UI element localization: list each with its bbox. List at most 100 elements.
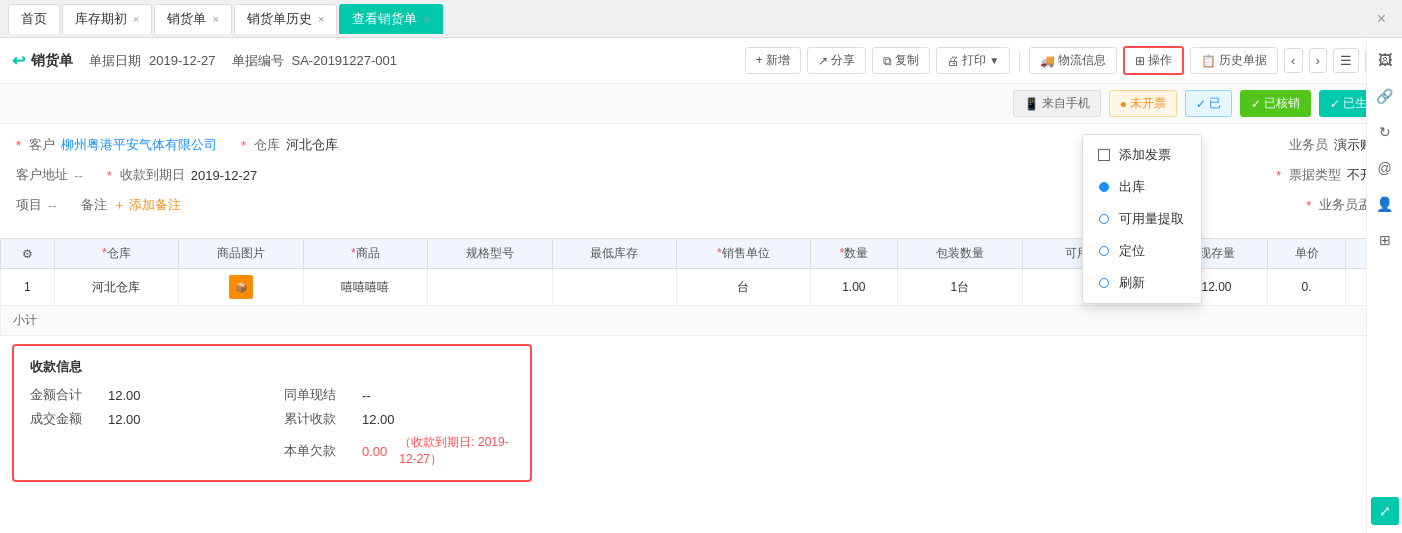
col-qty: *数量 [810,239,897,269]
locate-icon [1097,244,1111,258]
col-image: 商品图片 [179,239,304,269]
tab-sales-order-label: 销货单 [167,10,206,28]
print-button[interactable]: 🖨 打印 ▼ [936,47,1010,74]
doc-header: ↩ 销货单 单据日期 2019-12-27 单据编号 SA-20191227-0… [0,38,1402,84]
add-note-button[interactable]: ＋ 添加备注 [113,196,181,214]
cell-pkg-qty: 1台 [898,269,1023,306]
doc-number-label: 单据编号 SA-20191227-001 [232,52,398,70]
col-product: *商品 [303,239,428,269]
staff2-required-star: * [1306,198,1311,213]
subtotal-label: 小计 [1,306,1402,336]
right-sidebar: 🖼 🔗 ↻ @ 👤 ⊞ ⤢ [1366,38,1402,533]
check-button[interactable]: ✓ 已 [1185,90,1232,117]
summary-grid: 金额合计 12.00 同单现结 -- 成交金额 12.00 累计收款 12.00… [30,386,514,468]
available-qty-icon [1097,212,1111,226]
current-due-row: 本单欠款 0.00 （收款到期日: 2019-12-27） [284,434,514,468]
cell-seq: 1 [1,269,55,306]
ticket-required-star: * [1276,168,1281,183]
copy-button[interactable]: ⧉ 复制 [872,47,930,74]
cell-qty: 1.00 [810,269,897,306]
divider [1019,51,1020,71]
due-note: （收款到期日: 2019-12-27） [399,434,514,468]
logistics-icon: 🚚 [1040,54,1055,68]
subtotal-row: 小计 [1,306,1402,336]
from-phone-button[interactable]: 📱 来自手机 [1013,90,1101,117]
sidebar-rotate-icon[interactable]: ↻ [1371,118,1399,146]
due-date-field: * 收款到期日 2019-12-27 [107,166,258,184]
col-warehouse: *仓库 [54,239,179,269]
project-field: 项目 -- [16,196,57,214]
tab-sales-order[interactable]: 销货单 × [154,4,231,34]
toolbar-row: 📱 来自手机 ● 未开票 ✓ 已 ✓ 已核销 ✓ 已生效 [0,84,1402,124]
summary-title: 收款信息 [30,358,514,376]
grid-view-button[interactable]: ☰ [1333,48,1359,73]
note-field: 备注 ＋ 添加备注 [81,196,181,214]
doc-title-area: ↩ 销货单 [12,51,73,70]
doc-icon: ↩ [12,51,25,70]
tab-view-sales[interactable]: 查看销货单 × [339,4,442,34]
sidebar-img-icon[interactable]: 🖼 [1371,46,1399,74]
sold-out-icon: ✓ [1251,97,1261,111]
tab-home[interactable]: 首页 [8,4,60,34]
print-dropdown-icon: ▼ [989,55,999,66]
dropdown-add-invoice[interactable]: 添加发票 [1083,139,1201,171]
sidebar-table-icon[interactable]: ⊞ [1371,226,1399,254]
col-spec: 规格型号 [428,239,553,269]
prev-button[interactable]: ‹ [1284,48,1302,73]
share-icon: ↗ [818,54,828,68]
doc-date-label: 单据日期 2019-12-27 [89,52,216,70]
history-button[interactable]: 📋 历史单据 [1190,47,1278,74]
deal-amount-row: 成交金额 12.00 [30,410,260,428]
tab-sales-history[interactable]: 销货单历史 × [234,4,337,34]
next-button[interactable]: › [1309,48,1327,73]
cell-image: 📦 [179,269,304,306]
customer-required-star: * [16,138,21,153]
check-icon: ✓ [1196,97,1206,111]
sidebar-expand-icon[interactable]: ⤢ [1371,497,1399,525]
doc-meta: 单据日期 2019-12-27 单据编号 SA-20191227-001 [89,52,397,70]
operation-icon: ⊞ [1135,54,1145,68]
window-close-button[interactable]: × [1369,10,1394,28]
customer-field: * 客户 柳州粤港平安气体有限公司 [16,136,217,154]
copy-icon: ⧉ [883,54,892,68]
tab-sales-order-close[interactable]: × [212,13,218,25]
sold-out-button[interactable]: ✓ 已核销 [1240,90,1311,117]
cell-product: 嘻嘻嘻嘻 [303,269,428,306]
dropdown-menu: 添加发票 出库 可用量提取 定位 刷新 [1082,134,1202,304]
add-note-icon: ＋ [113,196,126,214]
tab-sales-history-close[interactable]: × [318,13,324,25]
operation-button[interactable]: ⊞ 操作 [1125,48,1182,73]
total-collected-row: 累计收款 12.00 [284,410,514,428]
col-min-stock: 最低库存 [552,239,677,269]
product-image: 📦 [229,275,253,299]
tab-view-sales-close[interactable]: × [423,13,429,25]
not-open-button[interactable]: ● 未开票 [1109,90,1177,117]
cell-spec [428,269,553,306]
dropdown-refresh[interactable]: 刷新 [1083,267,1201,299]
cell-price: 0. [1267,269,1346,306]
history-icon: 📋 [1201,54,1216,68]
cell-min-stock [552,269,677,306]
operation-highlight-box: ⊞ 操作 [1123,46,1184,75]
phone-icon: 📱 [1024,97,1039,111]
tab-view-sales-label: 查看销货单 [352,10,417,28]
add-invoice-icon [1097,148,1111,162]
warehouse-required-star: * [241,138,246,153]
tab-home-label: 首页 [21,10,47,28]
col-settings[interactable]: ⚙ [1,239,55,269]
dropdown-out-warehouse[interactable]: 出库 [1083,171,1201,203]
sidebar-at-icon[interactable]: @ [1371,154,1399,182]
share-button[interactable]: ↗ 分享 [807,47,866,74]
col-unit: *销售单位 [677,239,810,269]
tab-inventory-init-close[interactable]: × [133,13,139,25]
logistics-button[interactable]: 🚚 物流信息 [1029,47,1117,74]
same-order-row: 同单现结 -- [284,386,514,404]
main-content: ↩ 销货单 单据日期 2019-12-27 单据编号 SA-20191227-0… [0,38,1402,533]
tab-inventory-init[interactable]: 库存期初 × [62,4,152,34]
sidebar-link-icon[interactable]: 🔗 [1371,82,1399,110]
new-button[interactable]: + 新增 [745,47,801,74]
amount-total-row: 金额合计 12.00 [30,386,260,404]
dropdown-available-qty[interactable]: 可用量提取 [1083,203,1201,235]
dropdown-locate[interactable]: 定位 [1083,235,1201,267]
sidebar-user-icon[interactable]: 👤 [1371,190,1399,218]
